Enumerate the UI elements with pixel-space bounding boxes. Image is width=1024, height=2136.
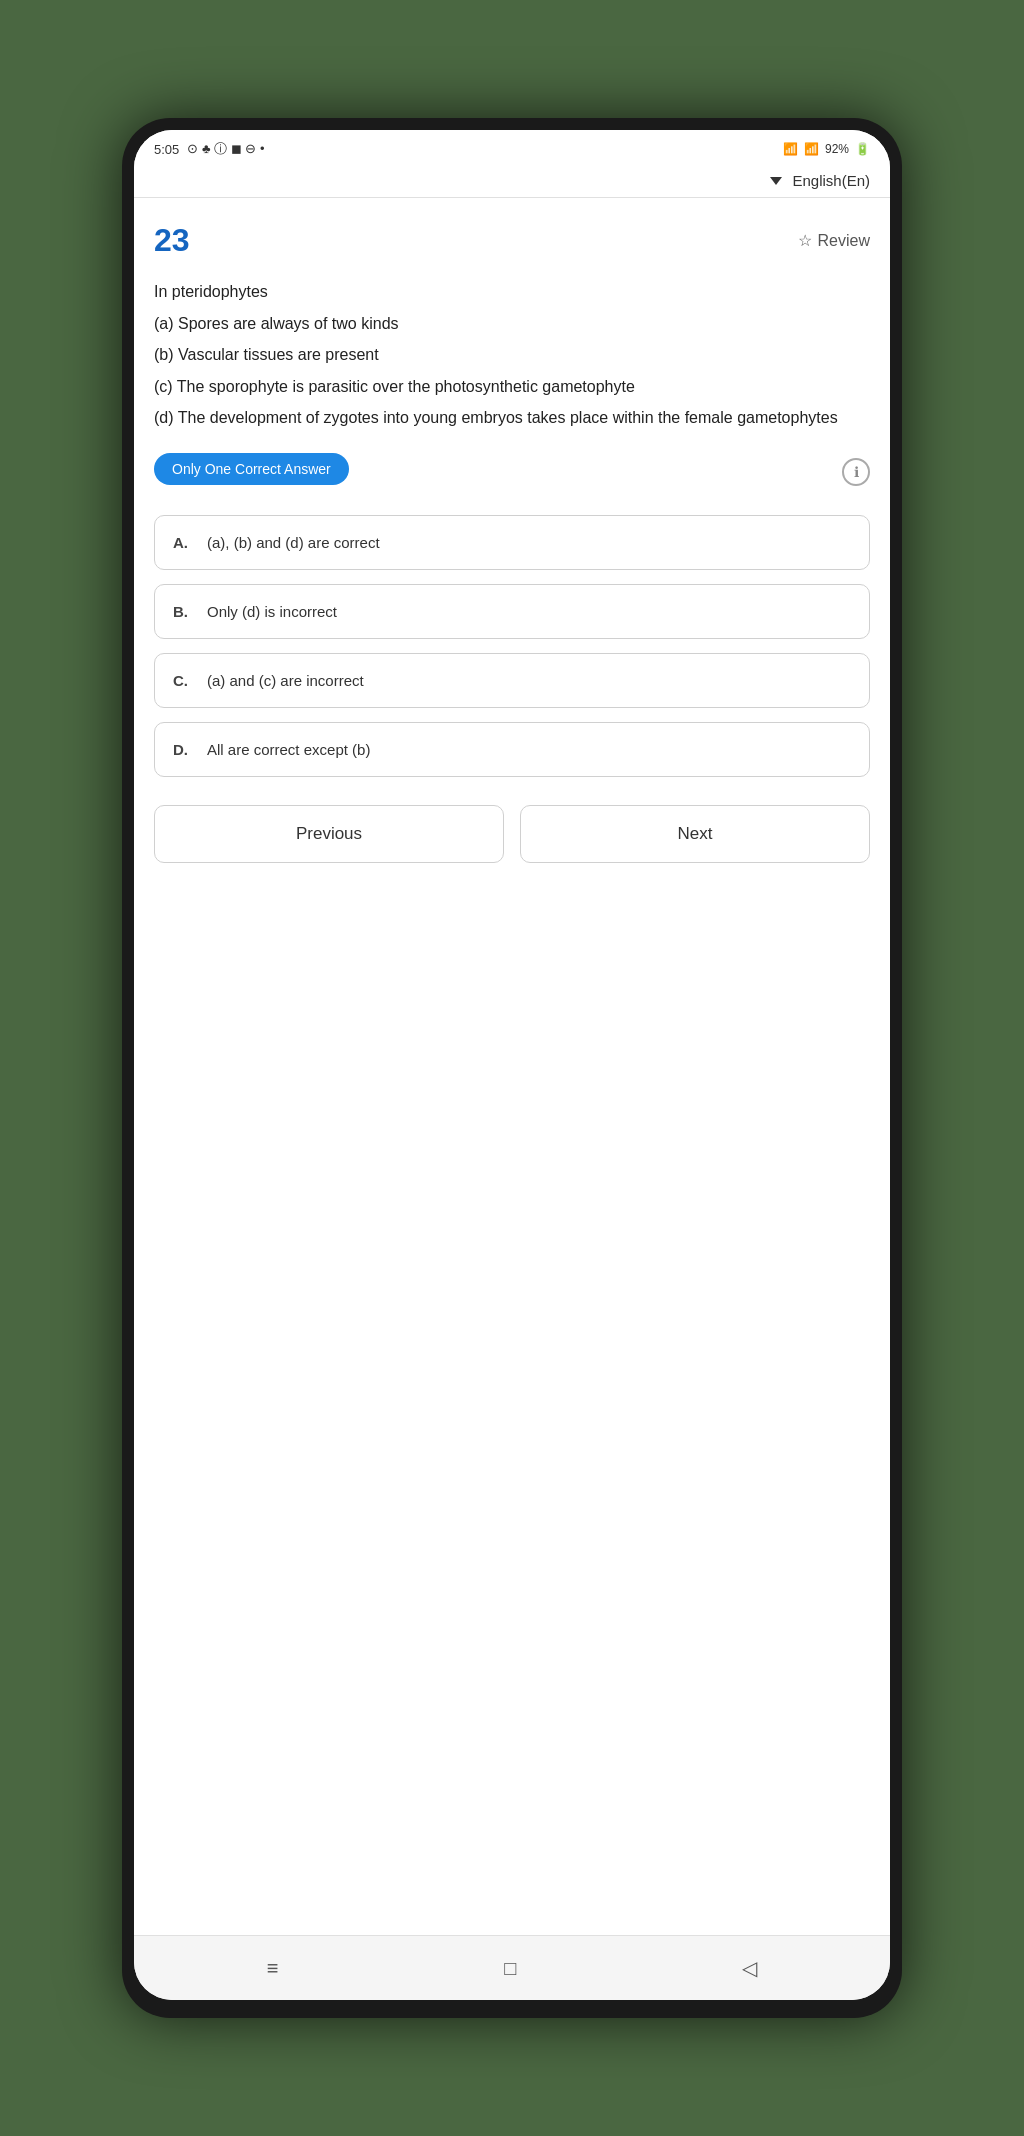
question-option-a: (a) Spores are always of two kinds <box>154 311 870 337</box>
badge-row: Only One Correct Answer ℹ <box>154 453 870 491</box>
previous-button[interactable]: Previous <box>154 805 504 863</box>
option-a-text: (a), (b) and (d) are correct <box>207 534 380 551</box>
star-icon: ☆ <box>798 231 812 250</box>
option-b-letter: B. <box>173 603 193 620</box>
status-left: 5:05 ⊙ ♣ ⓘ ◼ ⊖ • <box>154 140 264 158</box>
option-c-letter: C. <box>173 672 193 689</box>
option-d-letter: D. <box>173 741 193 758</box>
option-c-text: (a) and (c) are incorrect <box>207 672 364 689</box>
bottom-navigation: ≡ □ ◁ <box>134 1935 890 2000</box>
phone-frame: 5:05 ⊙ ♣ ⓘ ◼ ⊖ • 📶 📶 92% 🔋 English(En) 2… <box>122 118 902 2018</box>
info-icon[interactable]: ℹ <box>842 458 870 486</box>
option-d-text: All are correct except (b) <box>207 741 370 758</box>
option-d[interactable]: D. All are correct except (b) <box>154 722 870 777</box>
options-list: A. (a), (b) and (d) are correct B. Only … <box>154 515 870 777</box>
home-button[interactable]: □ <box>488 1951 532 1986</box>
review-label: Review <box>818 232 870 250</box>
chevron-down-icon <box>770 177 782 185</box>
wifi-icon: 📶 <box>783 142 798 156</box>
answer-type-badge: Only One Correct Answer <box>154 453 349 485</box>
language-bar[interactable]: English(En) <box>134 164 890 198</box>
question-header: 23 ☆ Review <box>154 222 870 259</box>
status-right: 📶 📶 92% 🔋 <box>783 142 870 156</box>
option-b-text: Only (d) is incorrect <box>207 603 337 620</box>
battery-icon: 🔋 <box>855 142 870 156</box>
battery-percent: 92% <box>825 142 849 156</box>
question-option-b: (b) Vascular tissues are present <box>154 342 870 368</box>
option-c[interactable]: C. (a) and (c) are incorrect <box>154 653 870 708</box>
content-area: 23 ☆ Review In pteridophytes (a) Spores … <box>134 198 890 1935</box>
question-intro: In pteridophytes <box>154 279 870 305</box>
nav-buttons: Previous Next <box>154 805 870 863</box>
back-button[interactable]: ◁ <box>726 1950 773 1986</box>
menu-button[interactable]: ≡ <box>251 1951 295 1986</box>
status-bar: 5:05 ⊙ ♣ ⓘ ◼ ⊖ • 📶 📶 92% 🔋 <box>134 130 890 164</box>
signal-icon: 📶 <box>804 142 819 156</box>
question-text: In pteridophytes (a) Spores are always o… <box>154 279 870 431</box>
next-button[interactable]: Next <box>520 805 870 863</box>
phone-screen: 5:05 ⊙ ♣ ⓘ ◼ ⊖ • 📶 📶 92% 🔋 English(En) 2… <box>134 130 890 2000</box>
question-option-c: (c) The sporophyte is parasitic over the… <box>154 374 870 400</box>
question-number: 23 <box>154 222 190 259</box>
time-display: 5:05 <box>154 142 179 157</box>
question-option-d: (d) The development of zygotes into youn… <box>154 405 870 431</box>
option-a-letter: A. <box>173 534 193 551</box>
status-icons: ⊙ ♣ ⓘ ◼ ⊖ • <box>187 140 264 158</box>
option-b[interactable]: B. Only (d) is incorrect <box>154 584 870 639</box>
review-button[interactable]: ☆ Review <box>798 231 870 250</box>
language-label: English(En) <box>792 172 870 189</box>
option-a[interactable]: A. (a), (b) and (d) are correct <box>154 515 870 570</box>
